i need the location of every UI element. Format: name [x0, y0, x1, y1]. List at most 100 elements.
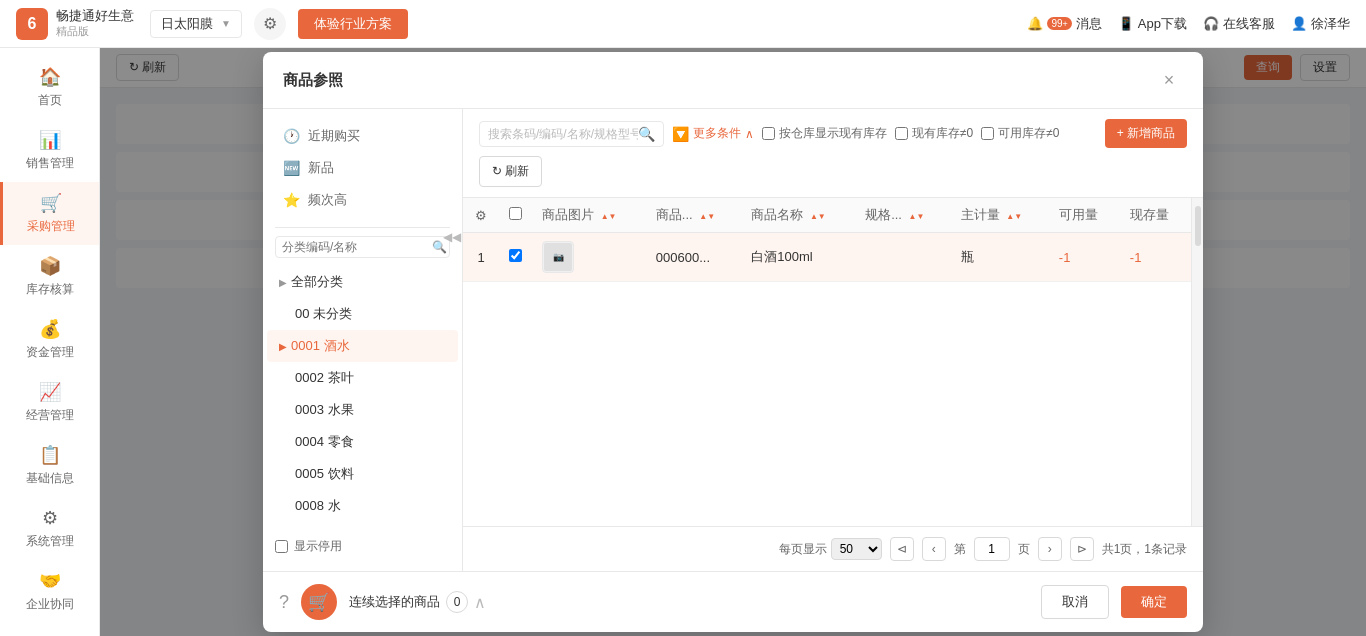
sort-arrows-unit: ▲▼ — [1006, 212, 1022, 221]
category-item-water[interactable]: 0008 水 — [267, 490, 458, 522]
next-page-button[interactable]: › — [1038, 537, 1062, 561]
col-gear[interactable]: ⚙ — [463, 198, 499, 233]
stock-filter-label: 现有库存≠0 — [912, 125, 973, 142]
brand-edition: 精品版 — [56, 24, 134, 39]
col-code[interactable]: 商品... ▲▼ — [646, 198, 742, 233]
service-button[interactable]: 🎧 在线客服 — [1203, 15, 1275, 33]
modal-title: 商品参照 — [283, 71, 343, 90]
category-item-appliance[interactable]: 0010 家电 — [267, 522, 458, 530]
settings-icon[interactable]: ⚙ — [254, 8, 286, 40]
filter-icon: 🔽 — [672, 126, 689, 142]
sort-arrows-spec: ▲▼ — [909, 212, 925, 221]
cart-button[interactable]: 🛒 — [301, 584, 337, 620]
sidebar-item-finance[interactable]: 💰 资金管理 — [0, 308, 99, 371]
category-label-all: 全部分类 — [291, 273, 343, 291]
modal-left-footer: 显示停用 — [263, 530, 462, 563]
prev-page-button[interactable]: ‹ — [922, 537, 946, 561]
category-search: 🔍 — [275, 236, 450, 258]
usable-filter[interactable]: 可用库存≠0 — [981, 125, 1059, 142]
help-icon[interactable]: ? — [279, 592, 289, 613]
modal-body: 🕐 近期购买 🆕 新品 ⭐ 频次高 — [263, 109, 1203, 571]
category-search-input[interactable] — [282, 240, 432, 254]
cta-button[interactable]: 体验行业方案 — [298, 9, 408, 39]
frequent-tab[interactable]: ⭐ 频次高 — [275, 185, 450, 215]
collab-icon: 🤝 — [39, 570, 61, 592]
row-unit: 瓶 — [951, 233, 1049, 282]
category-item-beverage[interactable]: 0005 饮料 — [267, 458, 458, 490]
product-search-icon[interactable]: 🔍 — [638, 126, 655, 142]
stock-checkbox[interactable] — [895, 127, 908, 140]
category-item-all[interactable]: ▶ 全部分类 — [267, 266, 458, 298]
new-products-tab[interactable]: 🆕 新品 — [275, 153, 450, 183]
per-page-dropdown[interactable]: 50 10 20 100 — [831, 538, 882, 560]
category-item-liquor[interactable]: ▶ 0001 酒水 — [267, 330, 458, 362]
warehouse-filter-label: 按仓库显示现有库存 — [779, 125, 887, 142]
finance-icon: 💰 — [39, 318, 61, 340]
product-search-input[interactable] — [488, 127, 638, 141]
page-input[interactable] — [974, 537, 1010, 561]
row-checkbox[interactable] — [509, 249, 522, 262]
recent-purchase-tab[interactable]: 🕐 近期购买 — [275, 121, 450, 151]
cancel-button[interactable]: 取消 — [1041, 585, 1109, 619]
filter-arrow: ∧ — [745, 127, 754, 141]
sidebar-item-sales[interactable]: 📊 销售管理 — [0, 119, 99, 182]
top-nav: 6 畅捷通好生意 精品版 日太阳膜 ▼ ⚙ 体验行业方案 🔔 99+ 消息 📱 … — [0, 0, 1366, 48]
sidebar-item-business[interactable]: 📈 经营管理 — [0, 371, 99, 434]
collapse-panel-button[interactable]: ◀◀ — [442, 217, 462, 257]
col-image[interactable]: 商品图片 ▲▼ — [532, 198, 646, 233]
sales-icon: 📊 — [39, 129, 61, 151]
col-unit[interactable]: 主计量 ▲▼ — [951, 198, 1049, 233]
user-profile[interactable]: 👤 徐泽华 — [1291, 15, 1350, 33]
base-icon: 📋 — [39, 444, 61, 466]
modal-left-panel: 🕐 近期购买 🆕 新品 ⭐ 频次高 — [263, 109, 463, 571]
new-product-button[interactable]: + 新增商品 — [1105, 119, 1187, 148]
user-icon: 👤 — [1291, 16, 1307, 31]
confirm-button[interactable]: 确定 — [1121, 586, 1187, 618]
category-item-fruit[interactable]: 0003 水果 — [267, 394, 458, 426]
sidebar-item-guide[interactable]: 📖 新手引导 — [0, 623, 99, 636]
scroll-thumb[interactable] — [1195, 206, 1201, 246]
sidebar-label-system: 系统管理 — [26, 533, 74, 550]
modal-close-button[interactable]: × — [1155, 66, 1183, 94]
stock-filter[interactable]: 现有库存≠0 — [895, 125, 973, 142]
notification-button[interactable]: 🔔 99+ 消息 — [1027, 15, 1101, 33]
modal-table-wrap: ⚙ 商品图片 ▲▼ — [463, 198, 1191, 526]
table-row[interactable]: 1 📷 — [463, 233, 1191, 282]
store-selector[interactable]: 日太阳膜 ▼ — [150, 10, 242, 38]
refresh-button[interactable]: ↻ 刷新 — [479, 156, 542, 187]
app-download-button[interactable]: 📱 App下载 — [1118, 15, 1187, 33]
pagination: 每页显示 50 10 20 100 ⊲ ‹ 第 — [463, 526, 1203, 571]
product-reference-modal: 商品参照 × 🕐 近期购买 🆕 — [263, 52, 1203, 632]
usable-checkbox[interactable] — [981, 127, 994, 140]
category-label-beverage: 0005 饮料 — [295, 465, 354, 483]
warehouse-checkbox[interactable] — [762, 127, 775, 140]
selected-count-badge: 0 — [446, 591, 468, 613]
sidebar-item-collab[interactable]: 🤝 企业协同 — [0, 560, 99, 623]
sidebar-item-system[interactable]: ⚙ 系统管理 — [0, 497, 99, 560]
sidebar-item-inventory[interactable]: 📦 库存核算 — [0, 245, 99, 308]
purchase-icon: 🛒 — [40, 192, 62, 214]
new-tab-label: 新品 — [308, 159, 334, 177]
category-item-snack[interactable]: 0004 零食 — [267, 426, 458, 458]
page-label: 第 — [954, 541, 966, 558]
col-name[interactable]: 商品名称 ▲▼ — [741, 198, 855, 233]
mobile-icon: 📱 — [1118, 16, 1134, 31]
more-filters-button[interactable]: 🔽 更多条件 ∧ — [672, 125, 754, 142]
col-spec[interactable]: 规格... ▲▼ — [855, 198, 951, 233]
last-page-button[interactable]: ⊳ — [1070, 537, 1094, 561]
warehouse-filter[interactable]: 按仓库显示现有库存 — [762, 125, 887, 142]
sidebar-item-purchase[interactable]: 🛒 采购管理 — [0, 182, 99, 245]
logo-icon: 6 — [16, 8, 48, 40]
sidebar-item-home[interactable]: 🏠 首页 — [0, 56, 99, 119]
first-page-button[interactable]: ⊲ — [890, 537, 914, 561]
category-label-fruit: 0003 水果 — [295, 401, 354, 419]
category-item-tea[interactable]: 0002 茶叶 — [267, 362, 458, 394]
sidebar-item-base[interactable]: 📋 基础信息 — [0, 434, 99, 497]
row-spec — [855, 233, 951, 282]
collapse-footer-icon[interactable]: ∧ — [474, 593, 486, 612]
show-disabled-checkbox[interactable] — [275, 540, 288, 553]
select-all-checkbox[interactable] — [509, 207, 522, 220]
category-item-uncategorized[interactable]: 00 未分类 — [267, 298, 458, 330]
show-disabled-label[interactable]: 显示停用 — [275, 538, 450, 555]
modal-overlay: 商品参照 × 🕐 近期购买 🆕 — [100, 48, 1366, 636]
